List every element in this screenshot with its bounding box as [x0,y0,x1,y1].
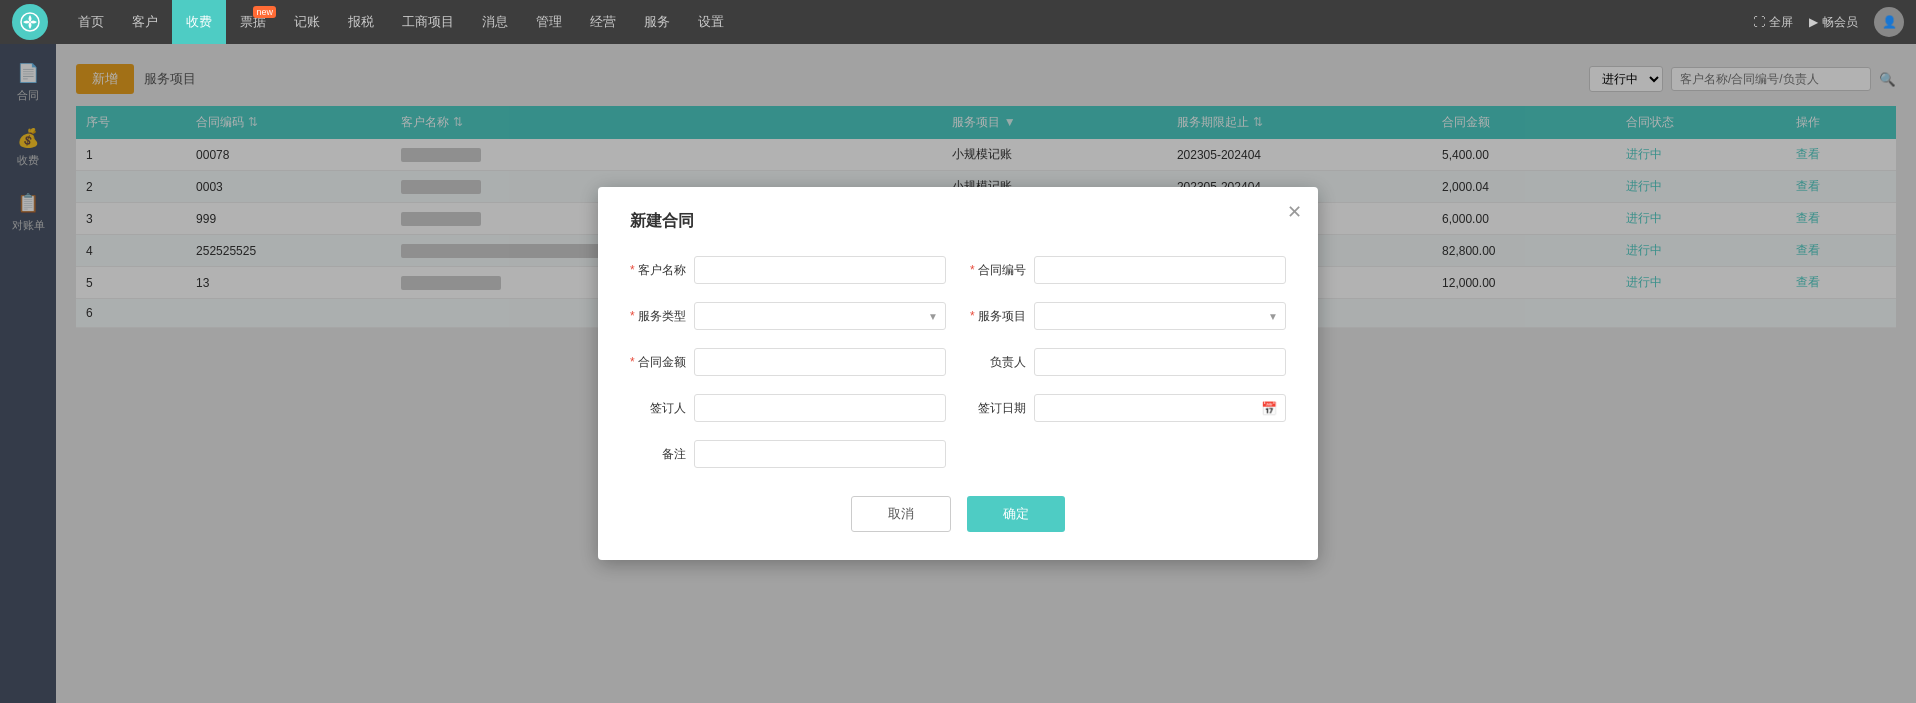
form-row-2: 服务类型 ▼ 服务项目 ▼ [630,302,1286,330]
top-navigation: 首页 客户 收费 票据 new 记账 报税 工商项目 消息 管理 经营 服务 设… [0,0,1916,44]
avatar-icon: 👤 [1882,15,1897,29]
field-contract-amount: 合同金额 0.00 [630,348,946,376]
signer-label: 签订人 [630,400,686,417]
contract-amount-label: 合同金额 [630,354,686,371]
field-responsible-person: 负责人 [970,348,1286,376]
confirm-button[interactable]: 确定 [967,496,1065,532]
nav-management[interactable]: 管理 [522,0,576,44]
signer-input[interactable] [694,394,946,422]
service-item-select[interactable] [1034,302,1286,330]
responsible-person-label: 负责人 [970,354,1026,371]
nav-operations[interactable]: 经营 [576,0,630,44]
field-service-type: 服务类型 ▼ [630,302,946,330]
field-customer-name: 客户名称 [630,256,946,284]
contract-no-input[interactable] [1034,256,1286,284]
modal-footer: 取消 确定 [630,496,1286,532]
member-button[interactable]: ▶ 畅会员 [1809,14,1858,31]
nav-settings[interactable]: 设置 [684,0,738,44]
calendar-icon[interactable]: 📅 [1261,401,1277,416]
nav-home[interactable]: 首页 [64,0,118,44]
app-logo [12,4,48,40]
field-signer: 签订人 [630,394,946,422]
customer-name-input[interactable] [694,256,946,284]
field-sign-date: 签订日期 2023-06-06 📅 [970,394,1286,422]
form-row-4: 签订人 签订日期 2023-06-06 📅 [630,394,1286,422]
nav-customer[interactable]: 客户 [118,0,172,44]
service-item-select-wrap[interactable]: ▼ [1034,302,1286,330]
fullscreen-button[interactable]: ⛶ 全屏 [1753,14,1793,31]
nav-ticket[interactable]: 票据 new [226,0,280,44]
service-type-select[interactable] [694,302,946,330]
new-contract-modal: ✕ 新建合同 客户名称 合同编号 服务类型 ▼ [598,187,1318,560]
modal-close-button[interactable]: ✕ [1287,203,1302,221]
customer-name-label: 客户名称 [630,262,686,279]
user-avatar[interactable]: 👤 [1874,7,1904,37]
sign-date-field-wrap[interactable]: 2023-06-06 📅 [1034,394,1286,422]
contract-no-label: 合同编号 [970,262,1026,279]
cancel-button[interactable]: 取消 [851,496,951,532]
nav-right-section: ⛶ 全屏 ▶ 畅会员 👤 [1753,7,1904,37]
fullscreen-icon: ⛶ [1753,15,1765,29]
form-row-5: 备注 [630,440,1286,468]
nav-service[interactable]: 服务 [630,0,684,44]
remarks-input[interactable] [694,440,946,468]
service-type-select-wrap[interactable]: ▼ [694,302,946,330]
modal-overlay[interactable]: ✕ 新建合同 客户名称 合同编号 服务类型 ▼ [0,44,1916,703]
new-badge: new [253,6,276,18]
nav-message[interactable]: 消息 [468,0,522,44]
sign-date-input[interactable]: 2023-06-06 [1043,395,1253,421]
remarks-label: 备注 [630,446,686,463]
sign-date-label: 签订日期 [970,400,1026,417]
nav-bookkeeping[interactable]: 记账 [280,0,334,44]
contract-amount-input[interactable]: 0.00 [694,348,946,376]
nav-tax[interactable]: 报税 [334,0,388,44]
field-remarks: 备注 [630,440,946,468]
form-row-1: 客户名称 合同编号 [630,256,1286,284]
field-contract-no: 合同编号 [970,256,1286,284]
nav-business[interactable]: 工商项目 [388,0,468,44]
service-type-label: 服务类型 [630,308,686,325]
service-item-label: 服务项目 [970,308,1026,325]
field-service-item: 服务项目 ▼ [970,302,1286,330]
form-row-3: 合同金额 0.00 负责人 [630,348,1286,376]
nav-billing[interactable]: 收费 [172,0,226,44]
play-icon: ▶ [1809,15,1818,29]
responsible-person-input[interactable] [1034,348,1286,376]
modal-title: 新建合同 [630,211,1286,232]
